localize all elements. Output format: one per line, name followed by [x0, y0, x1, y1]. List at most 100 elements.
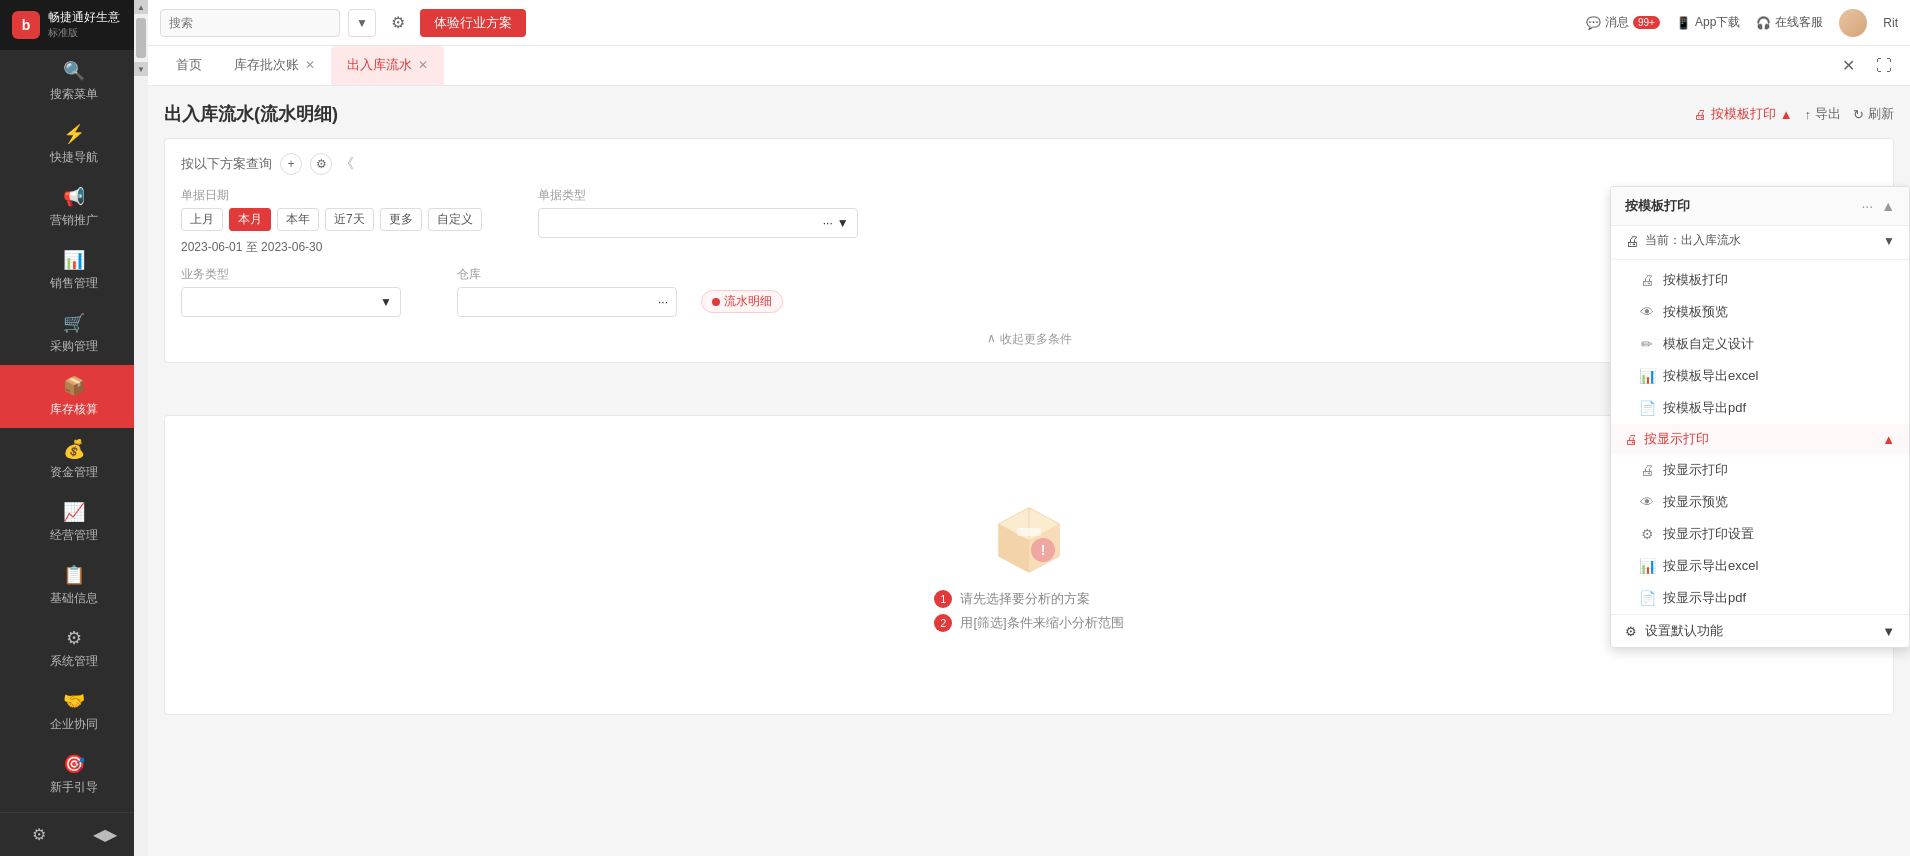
doctype-label: 单据类型	[538, 187, 858, 204]
sidebar-item-quick-nav[interactable]: ⚡ 快捷导航	[0, 113, 148, 176]
dropdown-item-template-preview[interactable]: 👁 按模板预览	[1611, 296, 1909, 328]
page-header-actions: 🖨 按模板打印 ▲ ↑ 导出 ↻ 刷新	[1694, 105, 1894, 123]
filter-title: 按以下方案查询	[181, 155, 272, 173]
sidebar-item-guide-label: 新手引导	[50, 779, 98, 796]
tab-close-all-btn[interactable]: ✕	[1834, 52, 1862, 80]
dropdown-header-actions: ··· ▲	[1861, 198, 1895, 214]
topbar-dropdown-btn[interactable]: ▼	[348, 9, 376, 37]
template-print-btn[interactable]: 🖨 按模板打印 ▲	[1694, 105, 1793, 123]
step-1-num: 1	[934, 590, 952, 608]
display-print-section-label: 按显示打印	[1644, 430, 1709, 448]
export-btn[interactable]: ↑ 导出	[1805, 105, 1842, 123]
dropdown-chevron-up[interactable]: ▲	[1881, 198, 1895, 214]
scroll-thumb[interactable]	[136, 18, 146, 58]
scroll-up-btn[interactable]: ▲	[134, 0, 148, 14]
sidebar-item-finance[interactable]: 💰 资金管理	[0, 428, 148, 491]
sidebar-item-search-label: 搜索菜单	[50, 86, 98, 103]
filter-settings-btn[interactable]: ⚙	[310, 153, 332, 175]
filter-collapse-btn[interactable]: 《	[340, 155, 354, 173]
date-prev-month-btn[interactable]: 上月	[181, 208, 223, 231]
doctype-select[interactable]: ··· ▼	[538, 208, 858, 238]
sidebar-item-search[interactable]: 🔍 搜索菜单	[0, 50, 148, 113]
tab-flow[interactable]: 出入库流水 ✕	[331, 46, 444, 85]
sidebar-item-basic[interactable]: 📋 基础信息	[0, 554, 148, 617]
dropdown-display-section-header[interactable]: 🖨 按显示打印 ▲	[1611, 424, 1909, 454]
refresh-btn[interactable]: ↻ 刷新	[1853, 105, 1894, 123]
business-select[interactable]: ▼	[181, 287, 401, 317]
filter-doctype-field: 单据类型 ··· ▼	[538, 187, 858, 238]
step-2-text: 用[筛选]条件来缩小分析范围	[960, 614, 1123, 632]
chevron-up-icon2: ∧	[987, 331, 996, 348]
dropdown-item-template-excel[interactable]: 📊 按模板导出excel	[1611, 360, 1909, 392]
scroll-down-btn[interactable]: ▼	[134, 62, 148, 76]
tab-batch-close[interactable]: ✕	[305, 58, 315, 72]
settings-gear-btn[interactable]: ⚙	[32, 825, 46, 844]
dropdown-item-display-excel[interactable]: 📊 按显示导出excel	[1611, 550, 1909, 582]
purchase-icon: 🛒	[63, 312, 85, 334]
messages-btn[interactable]: 💬 消息 99+	[1586, 14, 1660, 31]
sidebar-item-sales[interactable]: 📊 销售管理	[0, 239, 148, 302]
sidebar-item-operations[interactable]: 📈 经营管理	[0, 491, 148, 554]
topbar-search-input[interactable]	[160, 9, 340, 37]
sidebar-collapse-btn[interactable]: ◀▶	[93, 825, 117, 844]
business-label: 业务类型	[181, 266, 401, 283]
dropdown-item-display-settings[interactable]: ⚙ 按显示打印设置	[1611, 518, 1909, 550]
messages-badge: 99+	[1633, 16, 1660, 29]
dropdown-item-display-pdf[interactable]: 📄 按显示导出pdf	[1611, 582, 1909, 614]
app-download-btn[interactable]: 📱 App下载	[1676, 14, 1740, 31]
sidebar-item-system[interactable]: ⚙ 系统管理	[0, 617, 148, 680]
filter-chip-detail[interactable]: 流水明细	[701, 290, 783, 313]
date-current-year-btn[interactable]: 本年	[277, 208, 319, 231]
sidebar-nav: 🔍 搜索菜单 ⚡ 快捷导航 📢 营销推广 📊 销售管理 🛒 采购管理 📦 库存核…	[0, 50, 148, 812]
dropdown-item-display-preview[interactable]: 👁 按显示预览	[1611, 486, 1909, 518]
tabbar: 首页 库存批次账 ✕ 出入库流水 ✕ ✕ ⛶	[148, 46, 1910, 86]
empty-steps: 1 请先选择要分析的方案 2 用[筛选]条件来缩小分析范围	[934, 590, 1123, 632]
collapse-btn-label: 收起更多条件	[1000, 331, 1072, 348]
tab-batch-label: 库存批次账	[234, 56, 299, 74]
sidebar-item-guide[interactable]: 🎯 新手引导	[0, 743, 148, 806]
dropdown-item-template-pdf[interactable]: 📄 按模板导出pdf	[1611, 392, 1909, 424]
topbar-gear-icon[interactable]: ⚙	[384, 9, 412, 37]
company-name: 畅捷通好生意	[48, 10, 120, 26]
refresh-label: 刷新	[1868, 105, 1894, 123]
filter-add-btn[interactable]: +	[280, 153, 302, 175]
date-current-month-btn[interactable]: 本月	[229, 208, 271, 231]
quick-nav-icon: ⚡	[63, 123, 85, 145]
chip-dot	[712, 298, 720, 306]
dropdown-more-icon[interactable]: ···	[1861, 198, 1873, 214]
sidebar-item-marketing[interactable]: 📢 营销推广	[0, 176, 148, 239]
default-function-icon: ⚙	[1625, 624, 1637, 639]
industry-btn[interactable]: 体验行业方案	[420, 9, 526, 37]
warehouse-select[interactable]: ···	[457, 287, 677, 317]
dropdown-header: 按模板打印 ··· ▲	[1611, 187, 1909, 226]
dropdown-item-template-print[interactable]: 🖨 按模板打印	[1611, 264, 1909, 296]
date-more-btn[interactable]: 更多	[380, 208, 422, 231]
empty-step-2: 2 用[筛选]条件来缩小分析范围	[934, 614, 1123, 632]
sidebar-item-marketing-label: 营销推广	[50, 212, 98, 229]
sidebar-item-purchase[interactable]: 🛒 采购管理	[0, 302, 148, 365]
current-chevron: ▼	[1883, 234, 1895, 248]
sidebar-item-operations-label: 经营管理	[50, 527, 98, 544]
filter-chip-area: 流水明细	[701, 290, 783, 317]
avatar[interactable]	[1839, 9, 1867, 37]
display-print-label: 按显示打印	[1663, 461, 1728, 479]
template-custom-icon: ✏	[1639, 336, 1655, 352]
dropdown-item-template-custom[interactable]: ✏ 模板自定义设计	[1611, 328, 1909, 360]
app-logo: b 畅捷通好生意 标准版	[0, 0, 148, 50]
dropdown-default-function[interactable]: ⚙ 设置默认功能 ▼	[1611, 614, 1909, 647]
tab-batch[interactable]: 库存批次账 ✕	[218, 46, 331, 85]
tab-maximize-btn[interactable]: ⛶	[1870, 52, 1898, 80]
tab-flow-close[interactable]: ✕	[418, 58, 428, 72]
template-print-item-label: 按模板打印	[1663, 271, 1728, 289]
sidebar-item-cooperation[interactable]: 🤝 企业协同	[0, 680, 148, 743]
refresh-icon: ↻	[1853, 107, 1864, 122]
export-icon: ↑	[1805, 107, 1812, 122]
tab-home[interactable]: 首页	[160, 46, 218, 85]
sidebar-item-inventory[interactable]: 📦 库存核算	[0, 365, 148, 428]
date-recent7-btn[interactable]: 近7天	[325, 208, 374, 231]
sidebar-item-purchase-label: 采购管理	[50, 338, 98, 355]
online-service-btn[interactable]: 🎧 在线客服	[1756, 14, 1823, 31]
date-custom-btn[interactable]: 自定义	[428, 208, 482, 231]
chevron-up-icon: ▲	[1780, 107, 1793, 122]
dropdown-item-display-print[interactable]: 🖨 按显示打印	[1611, 454, 1909, 486]
